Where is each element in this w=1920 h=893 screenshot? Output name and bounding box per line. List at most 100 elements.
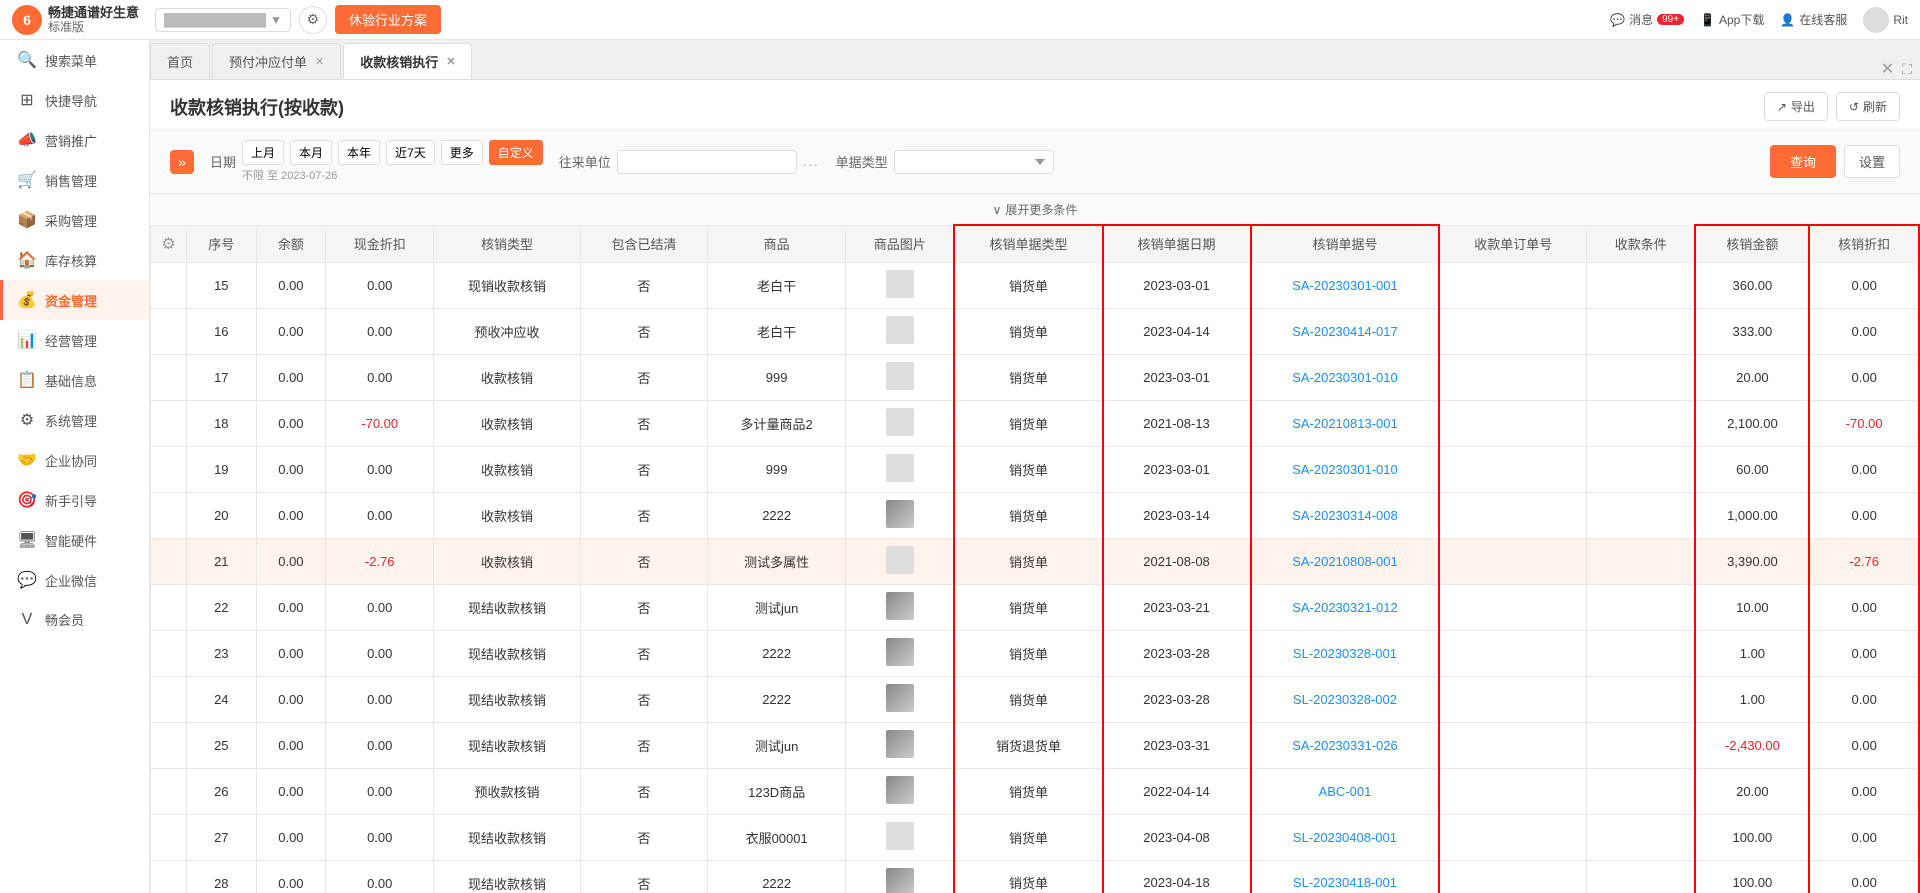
cell-cancel-voucher-no[interactable]: ABC-001	[1251, 768, 1440, 814]
cell-balance: 0.00	[256, 400, 326, 446]
tab-collection[interactable]: 收款核销执行 ✕	[343, 43, 472, 79]
cell-collection-order-no	[1439, 768, 1586, 814]
voucher-no-link[interactable]: SA-20210808-001	[1292, 554, 1398, 569]
voucher-no-link[interactable]: SA-20230414-017	[1292, 324, 1398, 339]
expand-filter-button[interactable]: »	[170, 150, 194, 174]
close-prepay-tab[interactable]: ✕	[315, 55, 324, 68]
settings-icon[interactable]: ⚙	[299, 6, 327, 34]
voucher-no-link[interactable]: SA-20230314-008	[1292, 508, 1398, 523]
cell-cancel-voucher-no[interactable]: SA-20230301-010	[1251, 446, 1440, 492]
cell-cancel-voucher-no[interactable]: SA-20230321-012	[1251, 584, 1440, 630]
company-selector[interactable]: ████████████ ▼	[155, 8, 291, 32]
sidebar-item-inventory[interactable]: 🏠 库存核算	[0, 240, 149, 280]
table-row: 19 0.00 0.00 收款核销 否 999 销货单 2023-03-01 S…	[151, 446, 1920, 492]
voucher-no-link[interactable]: SL-20230328-002	[1293, 692, 1397, 707]
cell-product-image	[846, 400, 955, 446]
cell-cancel-voucher-no[interactable]: SA-20210813-001	[1251, 400, 1440, 446]
voucher-no-link[interactable]: ABC-001	[1319, 784, 1372, 799]
cell-include-settled: 否	[580, 308, 707, 354]
maximize-icon[interactable]: ⛶	[1902, 61, 1912, 78]
enterprise-icon: 🤝	[17, 450, 37, 470]
cell-cancel-voucher-no[interactable]: SA-20230301-010	[1251, 354, 1440, 400]
query-button[interactable]: 查询	[1770, 145, 1836, 178]
user-info[interactable]: Rit	[1863, 7, 1908, 33]
tab-home[interactable]: 首页	[150, 43, 210, 79]
expand-more-conditions[interactable]: ∨ 展开更多条件	[150, 194, 1920, 224]
brand: 6 畅捷通谱好生意 标准版	[12, 5, 139, 35]
cell-cancel-voucher-no[interactable]: SA-20230301-001	[1251, 262, 1440, 308]
industry-button[interactable]: 休验行业方案	[335, 5, 441, 34]
date-this-month[interactable]: 本月	[290, 140, 332, 165]
product-image	[886, 684, 914, 712]
table-row: 26 0.00 0.00 预收款核销 否 123D商品 销货单 2022-04-…	[151, 768, 1920, 814]
table-row: 27 0.00 0.00 现结收款核销 否 衣服00001 销货单 2023-0…	[151, 814, 1920, 860]
voucher-no-link[interactable]: SA-20230321-012	[1292, 600, 1398, 615]
app-download-button[interactable]: 📱 App下载	[1700, 11, 1764, 28]
cell-cancel-voucher-no[interactable]: SA-20210808-001	[1251, 538, 1440, 584]
sidebar-item-system[interactable]: ⚙ 系统管理	[0, 400, 149, 440]
cell-cancel-amount: 1.00	[1695, 676, 1809, 722]
close-window-icon[interactable]: ✕	[1881, 59, 1894, 79]
date-this-year[interactable]: 本年	[338, 140, 380, 165]
sidebar-item-basic[interactable]: 📋 基础信息	[0, 360, 149, 400]
sidebar-item-hardware[interactable]: 🖥 智能硬件	[0, 520, 149, 560]
cell-cancel-voucher-no[interactable]: SL-20230418-001	[1251, 860, 1440, 893]
sidebar-item-wechat[interactable]: 💬 企业微信	[0, 560, 149, 600]
cell-cancel-voucher-no[interactable]: SL-20230408-001	[1251, 814, 1440, 860]
cell-seq: 18	[187, 400, 257, 446]
cell-cancel-voucher-no[interactable]: SA-20230414-017	[1251, 308, 1440, 354]
cell-product: 2222	[708, 860, 846, 893]
tab-bar: 首页 预付冲应付单 ✕ 收款核销执行 ✕ ✕ ⛶	[150, 40, 1920, 80]
sidebar-item-sales[interactable]: 🛒 销售管理	[0, 160, 149, 200]
sidebar-item-operations[interactable]: 📊 经营管理	[0, 320, 149, 360]
export-button[interactable]: ↗ 导出	[1764, 92, 1828, 121]
cell-cancel-amount: 100.00	[1695, 814, 1809, 860]
voucher-no-link[interactable]: SL-20230328-001	[1293, 646, 1397, 661]
column-settings-icon[interactable]: ⚙	[161, 236, 175, 253]
cell-cash-discount: 0.00	[326, 492, 434, 538]
filter-settings-button[interactable]: 设置	[1844, 145, 1900, 178]
voucher-no-link[interactable]: SA-20230331-026	[1292, 738, 1398, 753]
date-more[interactable]: 更多	[441, 140, 483, 165]
voucher-no-link[interactable]: SA-20230301-001	[1292, 278, 1398, 293]
sidebar-item-purchase[interactable]: 📦 采购管理	[0, 200, 149, 240]
voucher-type-select[interactable]	[894, 150, 1054, 174]
table-container[interactable]: ⚙ 序号 余额 现金折扣 核销类型 包含已结清 商品 商品图片 核销单据类型 核…	[150, 224, 1920, 893]
cell-cancel-discount: 0.00	[1809, 768, 1919, 814]
col-gear[interactable]: ⚙	[151, 225, 187, 262]
voucher-type-filter-group: 单据类型	[836, 150, 1054, 174]
voucher-no-link[interactable]: SA-20210813-001	[1292, 416, 1398, 431]
voucher-no-link[interactable]: SA-20230301-010	[1292, 462, 1398, 477]
sidebar-item-search[interactable]: 🔍 搜索菜单	[0, 40, 149, 80]
voucher-no-link[interactable]: SA-20230301-010	[1292, 370, 1398, 385]
sidebar-item-enterprise[interactable]: 🤝 企业协同	[0, 440, 149, 480]
voucher-no-link[interactable]: SL-20230408-001	[1293, 830, 1397, 845]
sidebar-item-member[interactable]: V 畅会员	[0, 600, 149, 639]
message-button[interactable]: 💬 消息 99+	[1610, 11, 1684, 28]
product-image-placeholder	[886, 546, 914, 574]
cell-collection-order-no	[1439, 676, 1586, 722]
cell-cancel-voucher-no[interactable]: SA-20230314-008	[1251, 492, 1440, 538]
voucher-no-link[interactable]: SL-20230418-001	[1293, 875, 1397, 890]
online-service-button[interactable]: 👤 在线客服	[1780, 11, 1847, 28]
sidebar-item-marketing[interactable]: 📣 营销推广	[0, 120, 149, 160]
refresh-button[interactable]: ↺ 刷新	[1836, 92, 1900, 121]
product-image	[886, 592, 914, 620]
date-custom[interactable]: 自定义	[489, 140, 543, 165]
cell-seq: 23	[187, 630, 257, 676]
sidebar-item-newbie[interactable]: 🎯 新手引导	[0, 480, 149, 520]
counterpart-input[interactable]	[617, 150, 797, 174]
date-7days[interactable]: 近7天	[386, 140, 435, 165]
close-collection-tab[interactable]: ✕	[446, 55, 455, 68]
tab-prepay[interactable]: 预付冲应付单 ✕	[212, 43, 341, 79]
content-area: 首页 预付冲应付单 ✕ 收款核销执行 ✕ ✕ ⛶ 收款核销执行(按收款)	[150, 40, 1920, 893]
date-last-month[interactable]: 上月	[242, 140, 284, 165]
cell-gear	[151, 262, 187, 308]
cell-cancel-voucher-no[interactable]: SA-20230331-026	[1251, 722, 1440, 768]
cell-cancel-voucher-no[interactable]: SL-20230328-002	[1251, 676, 1440, 722]
sidebar-item-quicknav[interactable]: ⊞ 快捷导航	[0, 80, 149, 120]
cell-gear	[151, 538, 187, 584]
sidebar-item-finance[interactable]: 💰 资金管理	[0, 280, 149, 320]
cell-cancel-voucher-no[interactable]: SL-20230328-001	[1251, 630, 1440, 676]
page-header: 收款核销执行(按收款) ↗ 导出 ↺ 刷新	[150, 80, 1920, 130]
